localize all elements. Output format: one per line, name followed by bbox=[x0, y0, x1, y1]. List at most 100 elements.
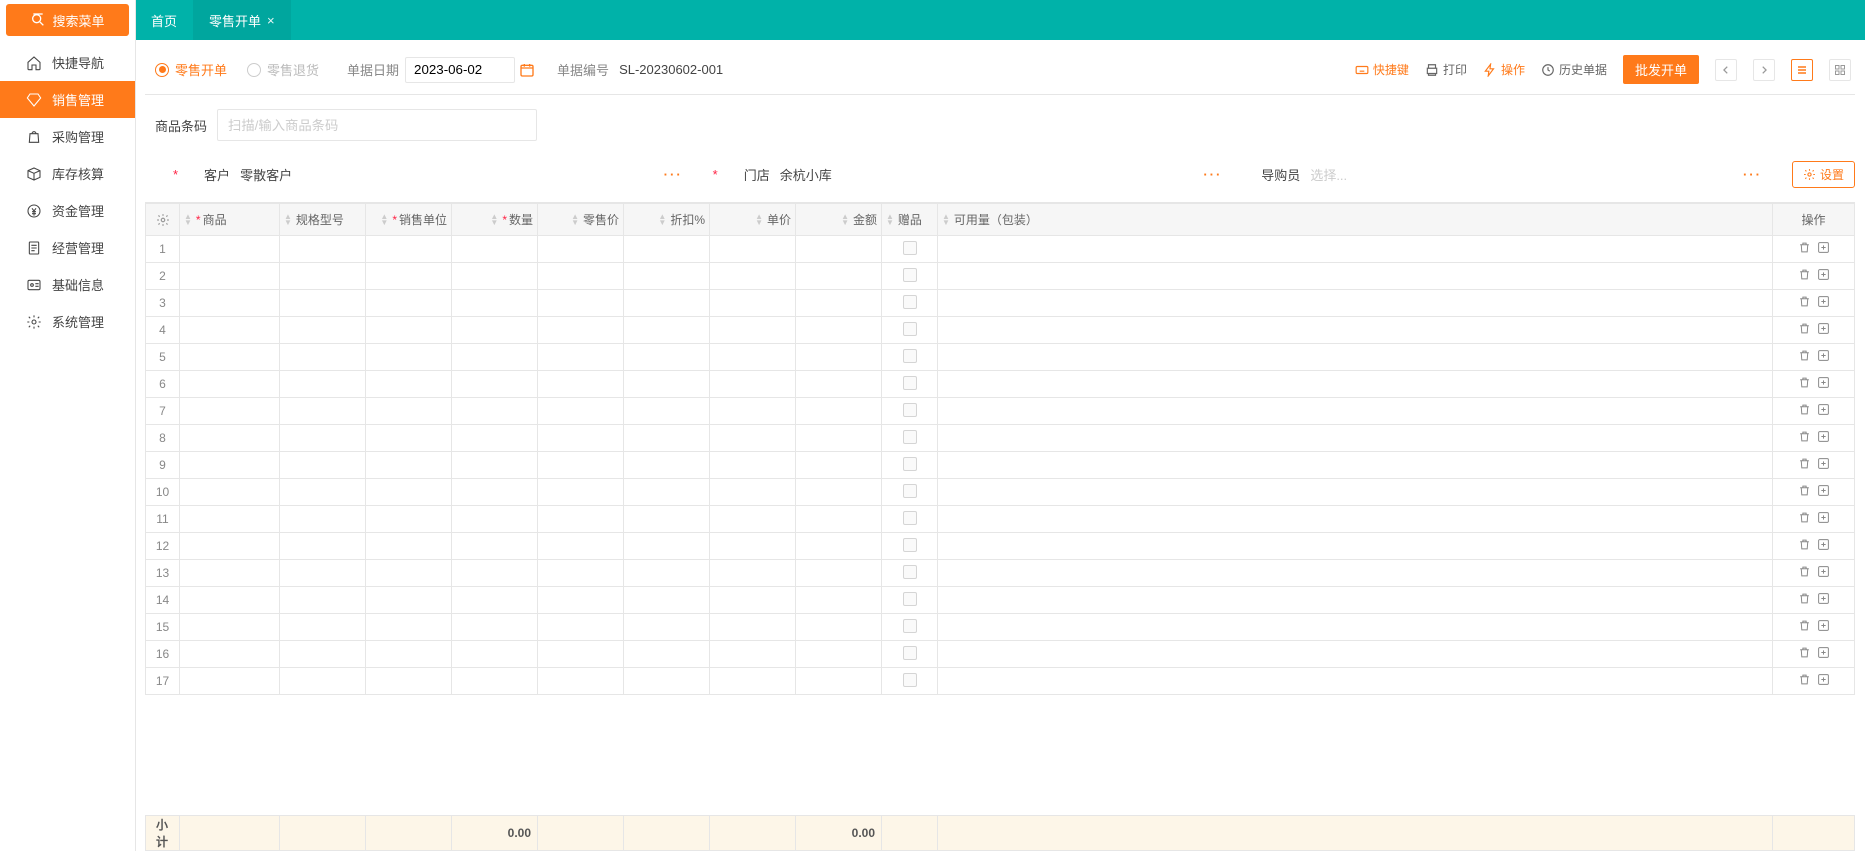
print-button[interactable]: 打印 bbox=[1425, 61, 1467, 78]
cell-qty[interactable] bbox=[452, 236, 538, 263]
order-type-radio-0[interactable]: 零售开单 bbox=[155, 60, 227, 79]
table-row[interactable]: 17 bbox=[146, 668, 1855, 695]
cell-item[interactable] bbox=[180, 479, 280, 506]
add-row-button[interactable] bbox=[1817, 268, 1830, 281]
cell-item[interactable] bbox=[180, 506, 280, 533]
col-price[interactable]: ▲▼零售价 bbox=[538, 204, 624, 236]
cell-qty[interactable] bbox=[452, 479, 538, 506]
grid-view-button[interactable] bbox=[1829, 59, 1851, 81]
cell-uprice[interactable] bbox=[710, 236, 796, 263]
cell-qty[interactable] bbox=[452, 452, 538, 479]
cell-price[interactable] bbox=[538, 317, 624, 344]
gift-checkbox[interactable] bbox=[903, 673, 917, 687]
cell-gift[interactable] bbox=[882, 668, 938, 695]
gift-checkbox[interactable] bbox=[903, 646, 917, 660]
col-gift[interactable]: ▲▼赠品 bbox=[882, 204, 938, 236]
cell-gift[interactable] bbox=[882, 317, 938, 344]
cell-item[interactable] bbox=[180, 236, 280, 263]
gift-checkbox[interactable] bbox=[903, 430, 917, 444]
operate-button[interactable]: 操作 bbox=[1483, 61, 1525, 78]
cell-item[interactable] bbox=[180, 668, 280, 695]
gift-checkbox[interactable] bbox=[903, 457, 917, 471]
add-row-button[interactable] bbox=[1817, 673, 1830, 686]
gift-checkbox[interactable] bbox=[903, 538, 917, 552]
cell-price[interactable] bbox=[538, 614, 624, 641]
cell-item[interactable] bbox=[180, 317, 280, 344]
cell-spec[interactable] bbox=[280, 452, 366, 479]
gift-checkbox[interactable] bbox=[903, 322, 917, 336]
delete-row-button[interactable] bbox=[1798, 538, 1811, 551]
cell-item[interactable] bbox=[180, 533, 280, 560]
cell-item[interactable] bbox=[180, 371, 280, 398]
gift-checkbox[interactable] bbox=[903, 349, 917, 363]
col-item[interactable]: ▲▼*商品 bbox=[180, 204, 280, 236]
cell-disc[interactable] bbox=[624, 587, 710, 614]
add-row-button[interactable] bbox=[1817, 565, 1830, 578]
cell-item[interactable] bbox=[180, 290, 280, 317]
cell-uprice[interactable] bbox=[710, 425, 796, 452]
cell-qty[interactable] bbox=[452, 344, 538, 371]
table-row[interactable]: 8 bbox=[146, 425, 1855, 452]
cell-gift[interactable] bbox=[882, 560, 938, 587]
delete-row-button[interactable] bbox=[1798, 646, 1811, 659]
cell-qty[interactable] bbox=[452, 560, 538, 587]
cell-uprice[interactable] bbox=[710, 533, 796, 560]
cell-amt[interactable] bbox=[796, 290, 882, 317]
cell-amt[interactable] bbox=[796, 668, 882, 695]
tab-1[interactable]: 零售开单× bbox=[193, 0, 291, 40]
table-row[interactable]: 7 bbox=[146, 398, 1855, 425]
cell-disc[interactable] bbox=[624, 263, 710, 290]
delete-row-button[interactable] bbox=[1798, 241, 1811, 254]
cell-price[interactable] bbox=[538, 533, 624, 560]
cell-unit[interactable] bbox=[366, 344, 452, 371]
cell-disc[interactable] bbox=[624, 290, 710, 317]
table-row[interactable]: 12 bbox=[146, 533, 1855, 560]
cell-unit[interactable] bbox=[366, 371, 452, 398]
next-button[interactable] bbox=[1753, 59, 1775, 81]
cell-unit[interactable] bbox=[366, 533, 452, 560]
gift-checkbox[interactable] bbox=[903, 241, 917, 255]
add-row-button[interactable] bbox=[1817, 430, 1830, 443]
cell-qty[interactable] bbox=[452, 587, 538, 614]
cell-unit[interactable] bbox=[366, 641, 452, 668]
cell-unit[interactable] bbox=[366, 398, 452, 425]
guide-picker-icon[interactable]: ··· bbox=[1737, 167, 1768, 182]
cell-qty[interactable] bbox=[452, 290, 538, 317]
cell-price[interactable] bbox=[538, 263, 624, 290]
cell-qty[interactable] bbox=[452, 641, 538, 668]
cell-item[interactable] bbox=[180, 425, 280, 452]
cell-amt[interactable] bbox=[796, 452, 882, 479]
prev-button[interactable] bbox=[1715, 59, 1737, 81]
add-row-button[interactable] bbox=[1817, 349, 1830, 362]
gift-checkbox[interactable] bbox=[903, 592, 917, 606]
store-picker-icon[interactable]: ··· bbox=[1197, 167, 1228, 182]
cell-unit[interactable] bbox=[366, 317, 452, 344]
add-row-button[interactable] bbox=[1817, 484, 1830, 497]
tab-0[interactable]: 首页 bbox=[135, 0, 193, 40]
cell-spec[interactable] bbox=[280, 236, 366, 263]
cell-disc[interactable] bbox=[624, 641, 710, 668]
delete-row-button[interactable] bbox=[1798, 592, 1811, 605]
delete-row-button[interactable] bbox=[1798, 295, 1811, 308]
cell-spec[interactable] bbox=[280, 479, 366, 506]
cell-qty[interactable] bbox=[452, 425, 538, 452]
cell-spec[interactable] bbox=[280, 668, 366, 695]
history-button[interactable]: 历史单据 bbox=[1541, 61, 1607, 78]
col-uprice[interactable]: ▲▼单价 bbox=[710, 204, 796, 236]
cell-qty[interactable] bbox=[452, 263, 538, 290]
cell-qty[interactable] bbox=[452, 668, 538, 695]
cell-spec[interactable] bbox=[280, 290, 366, 317]
cell-disc[interactable] bbox=[624, 533, 710, 560]
cell-amt[interactable] bbox=[796, 641, 882, 668]
cell-disc[interactable] bbox=[624, 371, 710, 398]
delete-row-button[interactable] bbox=[1798, 403, 1811, 416]
cell-qty[interactable] bbox=[452, 614, 538, 641]
cell-item[interactable] bbox=[180, 263, 280, 290]
gift-checkbox[interactable] bbox=[903, 619, 917, 633]
cell-amt[interactable] bbox=[796, 560, 882, 587]
close-icon[interactable]: × bbox=[267, 13, 275, 28]
cell-qty[interactable] bbox=[452, 398, 538, 425]
cell-disc[interactable] bbox=[624, 560, 710, 587]
cell-item[interactable] bbox=[180, 452, 280, 479]
cell-price[interactable] bbox=[538, 290, 624, 317]
